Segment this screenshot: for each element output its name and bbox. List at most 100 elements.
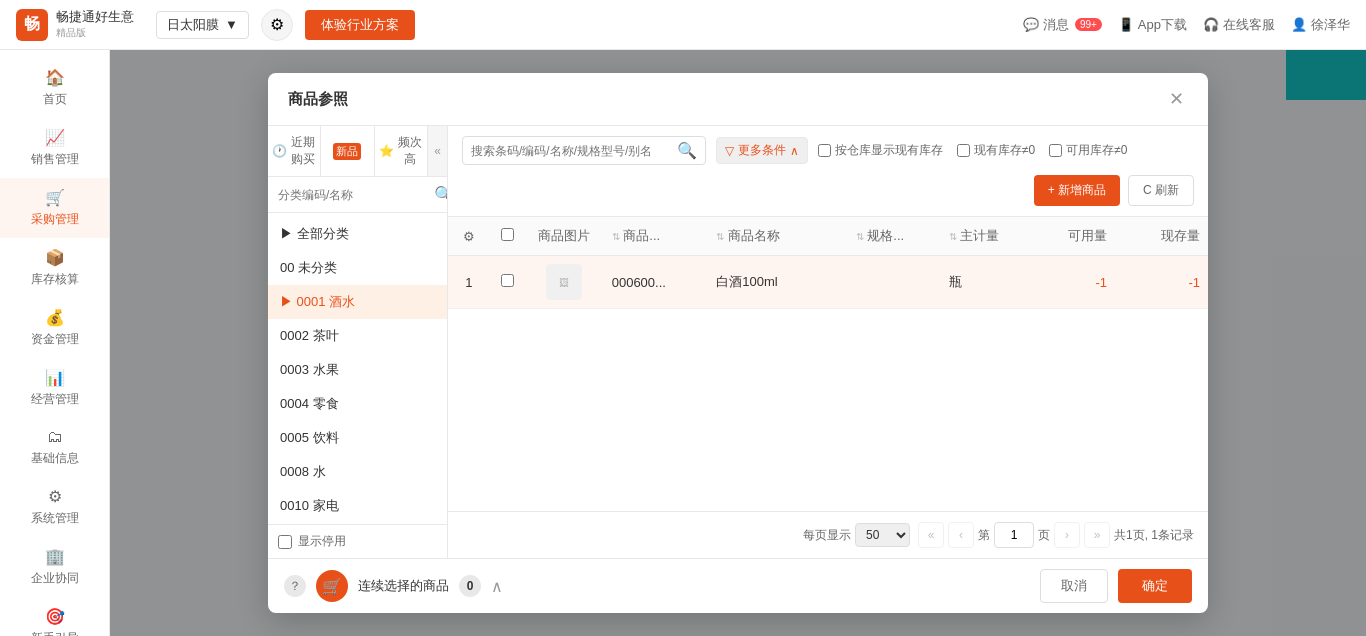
total-info: 共1页, 1条记录 xyxy=(1114,527,1194,544)
trial-button[interactable]: 体验行业方案 xyxy=(305,10,415,40)
warehouse-filter[interactable]: 按仓库显示现有库存 xyxy=(818,142,943,159)
sort-name-icon[interactable]: ⇅ xyxy=(716,231,724,242)
sidebar-item-inventory[interactable]: 📦 库存核算 xyxy=(0,238,109,298)
page-size-select[interactable]: 10 20 50 100 xyxy=(855,523,910,547)
table-settings-icon[interactable]: ⚙ xyxy=(463,229,475,244)
sidebar-label-guide: 新手引导 xyxy=(31,630,79,636)
cat-item-0001[interactable]: ▶ 0001 酒水 xyxy=(268,285,447,319)
store-select[interactable]: 日太阳膜 ▼ xyxy=(156,11,249,39)
prev-page-button[interactable]: ‹ xyxy=(948,522,974,548)
content-area: 商品参照 ✕ 🕐 近期购买 新品 xyxy=(110,50,1366,636)
th-code-label: 商品... xyxy=(623,228,660,243)
avail-stock-checkbox[interactable] xyxy=(1049,144,1062,157)
row-checkbox[interactable] xyxy=(501,274,514,287)
cart-button[interactable]: 🛒 xyxy=(316,570,348,602)
message-icon: 💬 xyxy=(1023,17,1039,32)
product-search-input[interactable] xyxy=(471,144,671,158)
confirm-button[interactable]: 确定 xyxy=(1118,569,1192,603)
sidebar-item-operation[interactable]: 📊 经营管理 xyxy=(0,358,109,418)
category-search-icon[interactable]: 🔍 xyxy=(434,185,448,204)
cat-item-00[interactable]: 00 未分类 xyxy=(268,251,447,285)
logo-sub: 精品版 xyxy=(56,26,134,40)
add-product-button[interactable]: + 新增商品 xyxy=(1034,175,1120,206)
current-stock-checkbox[interactable] xyxy=(957,144,970,157)
star-icon: ⭐ xyxy=(379,144,394,158)
frequent-tab[interactable]: ⭐ 频次高 xyxy=(375,126,427,176)
page-unit: 页 xyxy=(1038,527,1050,544)
recent-tab-label: 近期购买 xyxy=(290,134,316,168)
sidebar-item-purchase[interactable]: 🛒 采购管理 xyxy=(0,178,109,238)
cat-item-0004[interactable]: 0004 零食 xyxy=(268,387,447,421)
search-icon[interactable]: 🔍 xyxy=(677,141,697,160)
row-unit: 瓶 xyxy=(941,256,1022,309)
cancel-button[interactable]: 取消 xyxy=(1040,569,1108,603)
product-search-box: 🔍 xyxy=(462,136,706,165)
sales-icon: 📈 xyxy=(45,128,65,147)
show-disabled-label: 显示停用 xyxy=(298,533,346,550)
last-page-button[interactable]: » xyxy=(1084,522,1110,548)
purchase-icon: 🛒 xyxy=(45,188,65,207)
th-gear: ⚙ xyxy=(448,217,490,256)
next-page-button[interactable]: › xyxy=(1054,522,1080,548)
service-button[interactable]: 🎧 在线客服 xyxy=(1203,16,1275,34)
refresh-button[interactable]: C 刷新 xyxy=(1128,175,1194,206)
sidebar-item-finance[interactable]: 💰 资金管理 xyxy=(0,298,109,358)
sidebar-item-sales[interactable]: 📈 销售管理 xyxy=(0,118,109,178)
th-unit: ⇅ 主计量 xyxy=(941,217,1022,256)
help-button[interactable]: ？ xyxy=(284,575,306,597)
sort-unit-icon[interactable]: ⇅ xyxy=(949,231,957,242)
sort-code-icon[interactable]: ⇅ xyxy=(612,231,620,242)
page-label: 第 xyxy=(978,527,990,544)
modal-header: 商品参照 ✕ xyxy=(268,73,1208,126)
sidebar-item-home[interactable]: 🏠 首页 xyxy=(0,58,109,118)
settings-button[interactable]: ⚙ xyxy=(261,9,293,41)
frequent-tab-label: 频次高 xyxy=(397,134,423,168)
product-table-wrap: ⚙ 商品图片 xyxy=(448,217,1208,511)
first-page-button[interactable]: « xyxy=(918,522,944,548)
message-label: 消息 xyxy=(1043,16,1069,34)
panel-collapse-button[interactable]: « xyxy=(427,126,447,176)
cat-0002-label: 0002 茶叶 xyxy=(280,327,339,345)
sidebar-item-guide[interactable]: 🎯 新手引导 xyxy=(0,597,109,636)
base-icon: 🗂 xyxy=(47,428,63,446)
message-badge: 99+ xyxy=(1075,18,1102,31)
sidebar-item-enterprise[interactable]: 🏢 企业协同 xyxy=(0,537,109,597)
table-row[interactable]: 1 🖼 xyxy=(448,256,1208,309)
filter-button[interactable]: ▽ 更多条件 ∧ xyxy=(716,137,808,164)
headphone-icon: 🎧 xyxy=(1203,17,1219,32)
app-icon: 📱 xyxy=(1118,17,1134,32)
show-disabled-checkbox[interactable] xyxy=(278,535,292,549)
sidebar-item-base[interactable]: 🗂 基础信息 xyxy=(0,418,109,477)
warehouse-checkbox[interactable] xyxy=(818,144,831,157)
footer-collapse-button[interactable]: ∧ xyxy=(491,577,503,596)
message-button[interactable]: 💬 消息 99+ xyxy=(1023,16,1102,34)
user-menu[interactable]: 👤 徐泽华 xyxy=(1291,16,1350,34)
recent-purchase-tab[interactable]: 🕐 近期购买 xyxy=(268,126,320,176)
product-table: ⚙ 商品图片 xyxy=(448,217,1208,309)
sort-spec-icon[interactable]: ⇅ xyxy=(856,231,864,242)
th-name: ⇅ 商品名称 xyxy=(708,217,847,256)
sidebar-item-system[interactable]: ⚙ 系统管理 xyxy=(0,477,109,537)
cat-0004-label: 0004 零食 xyxy=(280,395,339,413)
new-tab[interactable]: 新品 xyxy=(321,126,373,176)
avail-stock-label: 可用库存≠0 xyxy=(1066,142,1127,159)
app-download-button[interactable]: 📱 App下载 xyxy=(1118,16,1187,34)
cat-item-0002[interactable]: 0002 茶叶 xyxy=(268,319,447,353)
table-header-row: ⚙ 商品图片 xyxy=(448,217,1208,256)
cat-item-0003[interactable]: 0003 水果 xyxy=(268,353,447,387)
page-number-input[interactable] xyxy=(994,522,1034,548)
modal-close-button[interactable]: ✕ xyxy=(1164,87,1188,111)
category-search-input[interactable] xyxy=(278,188,428,202)
image-icon: 🖼 xyxy=(559,277,569,288)
new-icon: 新品 xyxy=(333,143,361,160)
pagination-bar: 每页显示 10 20 50 100 « ‹ xyxy=(448,511,1208,558)
select-all-checkbox[interactable] xyxy=(501,228,514,241)
cat-item-0005[interactable]: 0005 饮料 xyxy=(268,421,447,455)
logo-icon: 畅 xyxy=(16,9,48,41)
avail-stock-filter[interactable]: 可用库存≠0 xyxy=(1049,142,1127,159)
sidebar-label-operation: 经营管理 xyxy=(31,391,79,408)
current-stock-filter[interactable]: 现有库存≠0 xyxy=(957,142,1035,159)
cat-item-0008[interactable]: 0008 水 xyxy=(268,455,447,489)
cat-item-0010[interactable]: 0010 家电 xyxy=(268,489,447,523)
cat-item-all[interactable]: ▶ 全部分类 xyxy=(268,217,447,251)
